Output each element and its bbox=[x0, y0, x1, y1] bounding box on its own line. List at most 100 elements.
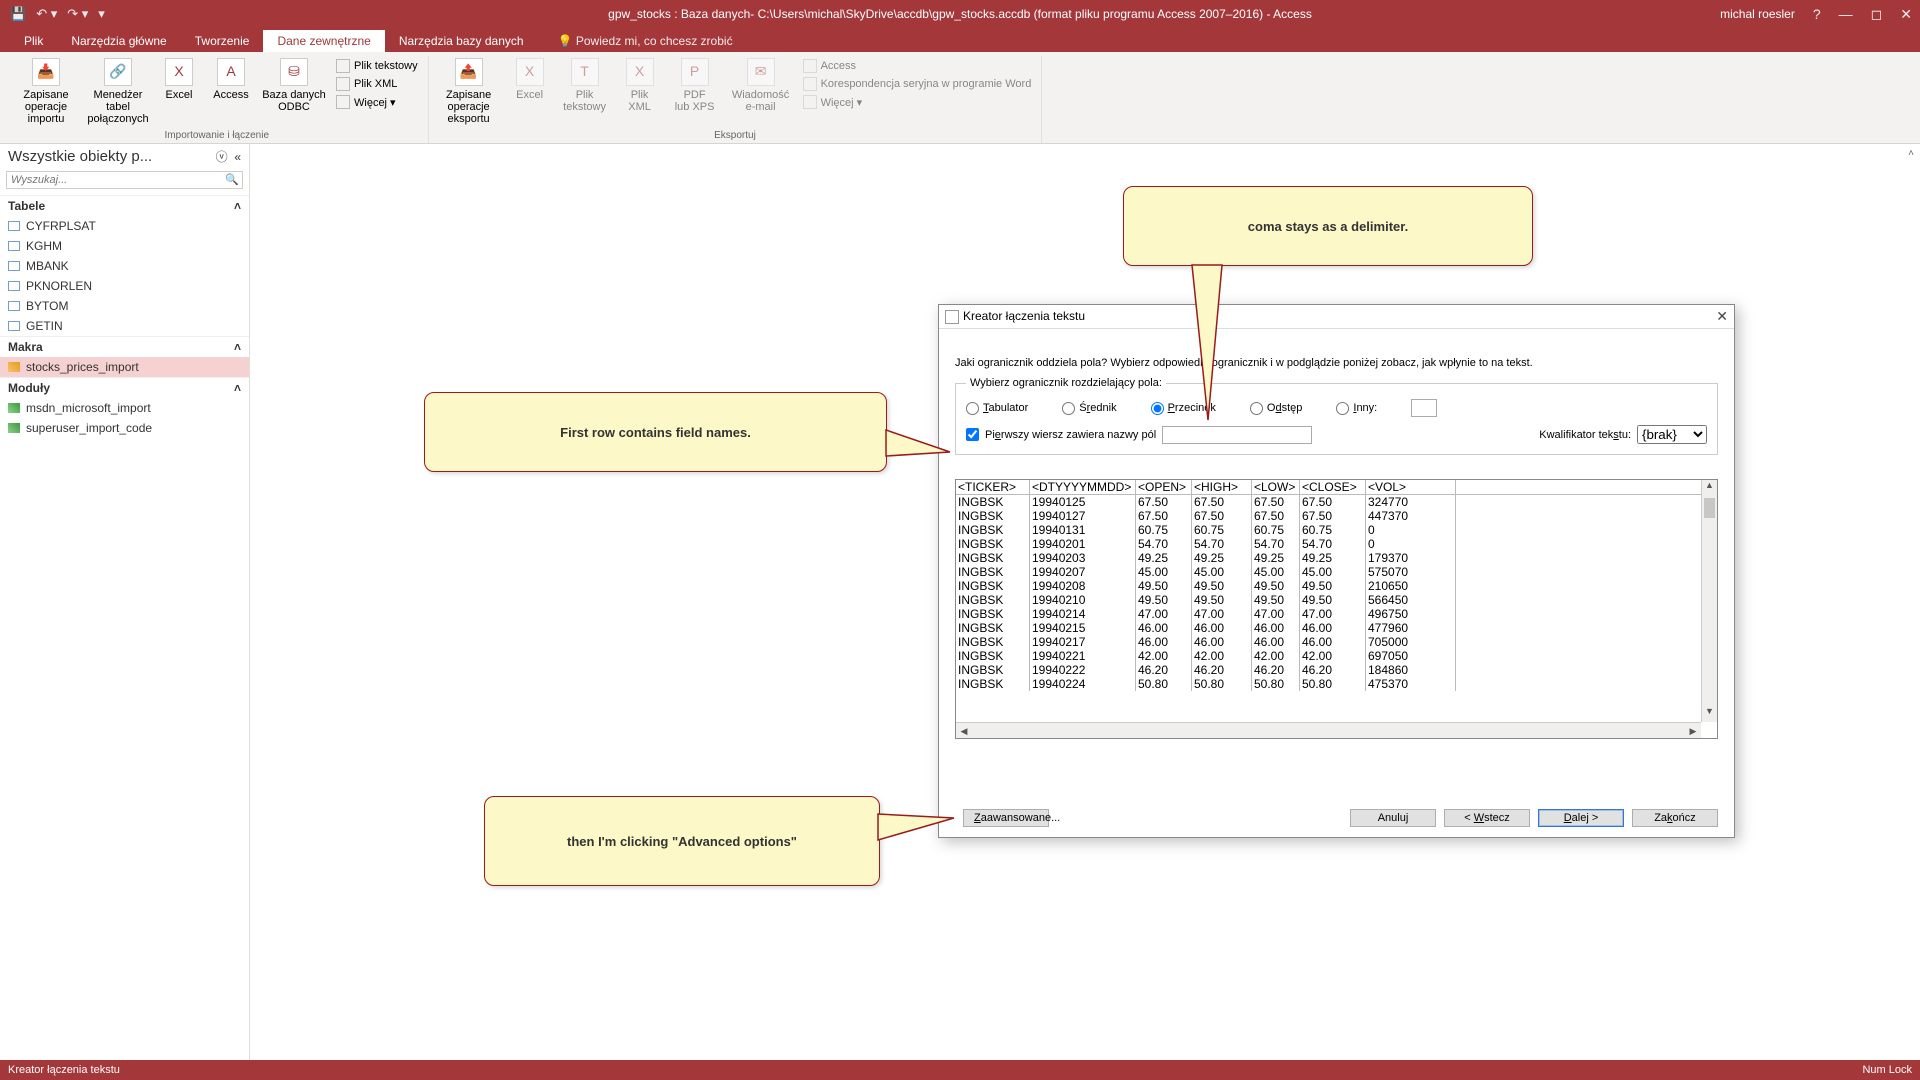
import-excel-button[interactable]: XExcel bbox=[156, 56, 202, 103]
preview-cell: INGBSK bbox=[956, 635, 1030, 649]
export-text-button[interactable]: TPliktekstowy bbox=[557, 56, 613, 115]
saved-imports-icon: 📥 bbox=[32, 58, 60, 86]
next-button[interactable]: Dalej > bbox=[1538, 809, 1624, 827]
cancel-button[interactable]: Anuluj bbox=[1350, 809, 1436, 827]
dialog-close-button[interactable]: ✕ bbox=[1716, 308, 1728, 325]
section-modules[interactable]: Moduły˄ bbox=[0, 377, 249, 398]
first-row-extra-input[interactable] bbox=[1162, 426, 1312, 444]
import-text-file-button[interactable]: Plik tekstowy bbox=[332, 58, 422, 74]
preview-cell: 45.00 bbox=[1136, 565, 1192, 579]
help-icon[interactable]: ? bbox=[1813, 6, 1821, 22]
scroll-right-icon[interactable]: ▶ bbox=[1685, 723, 1701, 738]
radio-semicolon[interactable]: Średnik bbox=[1062, 402, 1116, 415]
export-excel-button[interactable]: XExcel bbox=[507, 56, 553, 103]
preview-cell: INGBSK bbox=[956, 677, 1030, 691]
table-item[interactable]: CYFRPLSAT bbox=[0, 216, 249, 236]
preview-cell: 54.70 bbox=[1136, 537, 1192, 551]
export-email-button[interactable]: ✉Wiadomośće-mail bbox=[727, 56, 795, 115]
callout-arrow-2 bbox=[1192, 265, 1232, 425]
radio-other[interactable]: Inny: bbox=[1336, 402, 1377, 415]
table-item[interactable]: GETIN bbox=[0, 316, 249, 336]
nav-title[interactable]: Wszystkie obiekty p... bbox=[8, 148, 152, 165]
preview-cell: 49.50 bbox=[1300, 593, 1366, 607]
export-more-button[interactable]: Więcej ▾ bbox=[799, 94, 1036, 110]
save-icon[interactable]: 💾 bbox=[10, 6, 26, 22]
pdf-icon: P bbox=[681, 58, 709, 86]
scroll-thumb[interactable] bbox=[1704, 498, 1715, 518]
tab-database-tools[interactable]: Narzędzia bazy danych bbox=[385, 30, 538, 52]
other-delimiter-input[interactable] bbox=[1411, 399, 1437, 417]
table-item[interactable]: MBANK bbox=[0, 256, 249, 276]
maximize-icon[interactable]: ◻ bbox=[1871, 6, 1883, 23]
radio-tab[interactable]: Tabulator bbox=[966, 402, 1028, 415]
tab-file[interactable]: Plik bbox=[10, 30, 57, 52]
saved-exports-button[interactable]: 📤Zapisaneoperacje eksportu bbox=[435, 56, 503, 127]
module-item[interactable]: superuser_import_code bbox=[0, 418, 249, 438]
finish-button[interactable]: Zakończ bbox=[1632, 809, 1718, 827]
export-xml-button[interactable]: XPlikXML bbox=[617, 56, 663, 115]
preview-cell: 46.00 bbox=[1252, 635, 1300, 649]
back-button[interactable]: < Wstecz bbox=[1444, 809, 1530, 827]
scroll-left-icon[interactable]: ◀ bbox=[956, 723, 972, 738]
preview-cell: 47.00 bbox=[1136, 607, 1192, 621]
preview-cell: 67.50 bbox=[1136, 495, 1192, 509]
import-access-button[interactable]: AAccess bbox=[206, 56, 256, 103]
import-more-button[interactable]: Więcej ▾ bbox=[332, 94, 422, 110]
module-item[interactable]: msdn_microsoft_import bbox=[0, 398, 249, 418]
import-xml-button[interactable]: Plik XML bbox=[332, 76, 422, 92]
export-word-merge-button[interactable]: Korespondencja seryjna w programie Word bbox=[799, 76, 1036, 92]
preview-cell: 49.25 bbox=[1192, 551, 1252, 565]
close-icon[interactable]: ✕ bbox=[1900, 6, 1912, 23]
scroll-down-icon[interactable]: ▼ bbox=[1702, 706, 1717, 722]
nav-collapse-icon[interactable]: ⓥ « bbox=[216, 148, 241, 165]
user-name[interactable]: michal roesler bbox=[1720, 7, 1795, 21]
qat-customize-icon[interactable]: ▾ bbox=[98, 6, 105, 22]
advanced-button[interactable]: Zaawansowane... bbox=[963, 809, 1049, 827]
saved-imports-button[interactable]: 📥Zapisaneoperacje importu bbox=[12, 56, 80, 127]
preview-cell: INGBSK bbox=[956, 509, 1030, 523]
preview-cell: 60.75 bbox=[1136, 523, 1192, 537]
tab-create[interactable]: Tworzenie bbox=[181, 30, 264, 52]
table-item[interactable]: PKNORLEN bbox=[0, 276, 249, 296]
radio-space[interactable]: Odstęp bbox=[1250, 402, 1302, 415]
preview-horizontal-scrollbar[interactable]: ◀ ▶ bbox=[956, 722, 1701, 738]
preview-cell: INGBSK bbox=[956, 495, 1030, 509]
redo-icon[interactable]: ↷ ▾ bbox=[67, 6, 88, 22]
undo-icon[interactable]: ↶ ▾ bbox=[36, 6, 57, 22]
tell-me[interactable]: 💡 Powiedz mi, co chcesz zrobić bbox=[548, 30, 743, 52]
tab-external-data[interactable]: Dane zewnętrzne bbox=[263, 30, 384, 52]
preview-vertical-scrollbar[interactable]: ▲ ▼ bbox=[1701, 480, 1717, 722]
status-bar: Kreator łączenia tekstu Num Lock bbox=[0, 1060, 1920, 1080]
text-qualifier-select[interactable]: {brak} bbox=[1637, 425, 1707, 444]
minimize-icon[interactable]: — bbox=[1839, 6, 1853, 22]
first-row-checkbox[interactable] bbox=[966, 428, 979, 441]
section-tables[interactable]: Tabele˄ bbox=[0, 195, 249, 216]
macro-item[interactable]: stocks_prices_import bbox=[0, 357, 249, 377]
preview-cell: 49.50 bbox=[1136, 593, 1192, 607]
preview-cell: 67.50 bbox=[1300, 495, 1366, 509]
preview-cell: 475370 bbox=[1366, 677, 1456, 691]
search-icon[interactable]: 🔍 bbox=[225, 173, 239, 186]
export-pdf-button[interactable]: PPDFlub XPS bbox=[667, 56, 723, 115]
scroll-up-icon[interactable]: ▲ bbox=[1702, 480, 1717, 496]
table-item[interactable]: BYTOM bbox=[0, 296, 249, 316]
import-odbc-button[interactable]: ⛁Baza danychODBC bbox=[260, 56, 328, 115]
ribbon: 📥Zapisaneoperacje importu 🔗Menedżer tabe… bbox=[0, 52, 1920, 144]
preview-cell: 19940208 bbox=[1030, 579, 1136, 593]
preview-cell: INGBSK bbox=[956, 607, 1030, 621]
preview-cell: 67.50 bbox=[1252, 509, 1300, 523]
preview-cell: 42.00 bbox=[1252, 649, 1300, 663]
linked-table-manager-button[interactable]: 🔗Menedżer tabelpołączonych bbox=[84, 56, 152, 127]
preview-cell: 54.70 bbox=[1252, 537, 1300, 551]
tab-home[interactable]: Narzędzia główne bbox=[57, 30, 180, 52]
table-item[interactable]: KGHM bbox=[0, 236, 249, 256]
email-icon: ✉ bbox=[747, 58, 775, 86]
collapse-ribbon-icon[interactable]: ˄ bbox=[1908, 148, 1914, 159]
access-icon: A bbox=[217, 58, 245, 86]
preview-cell: 49.50 bbox=[1252, 593, 1300, 607]
table-icon bbox=[8, 241, 20, 251]
section-macros[interactable]: Makra˄ bbox=[0, 336, 249, 357]
preview-cell: 19940217 bbox=[1030, 635, 1136, 649]
search-input[interactable] bbox=[6, 171, 243, 189]
export-access-button[interactable]: Access bbox=[799, 58, 1036, 74]
